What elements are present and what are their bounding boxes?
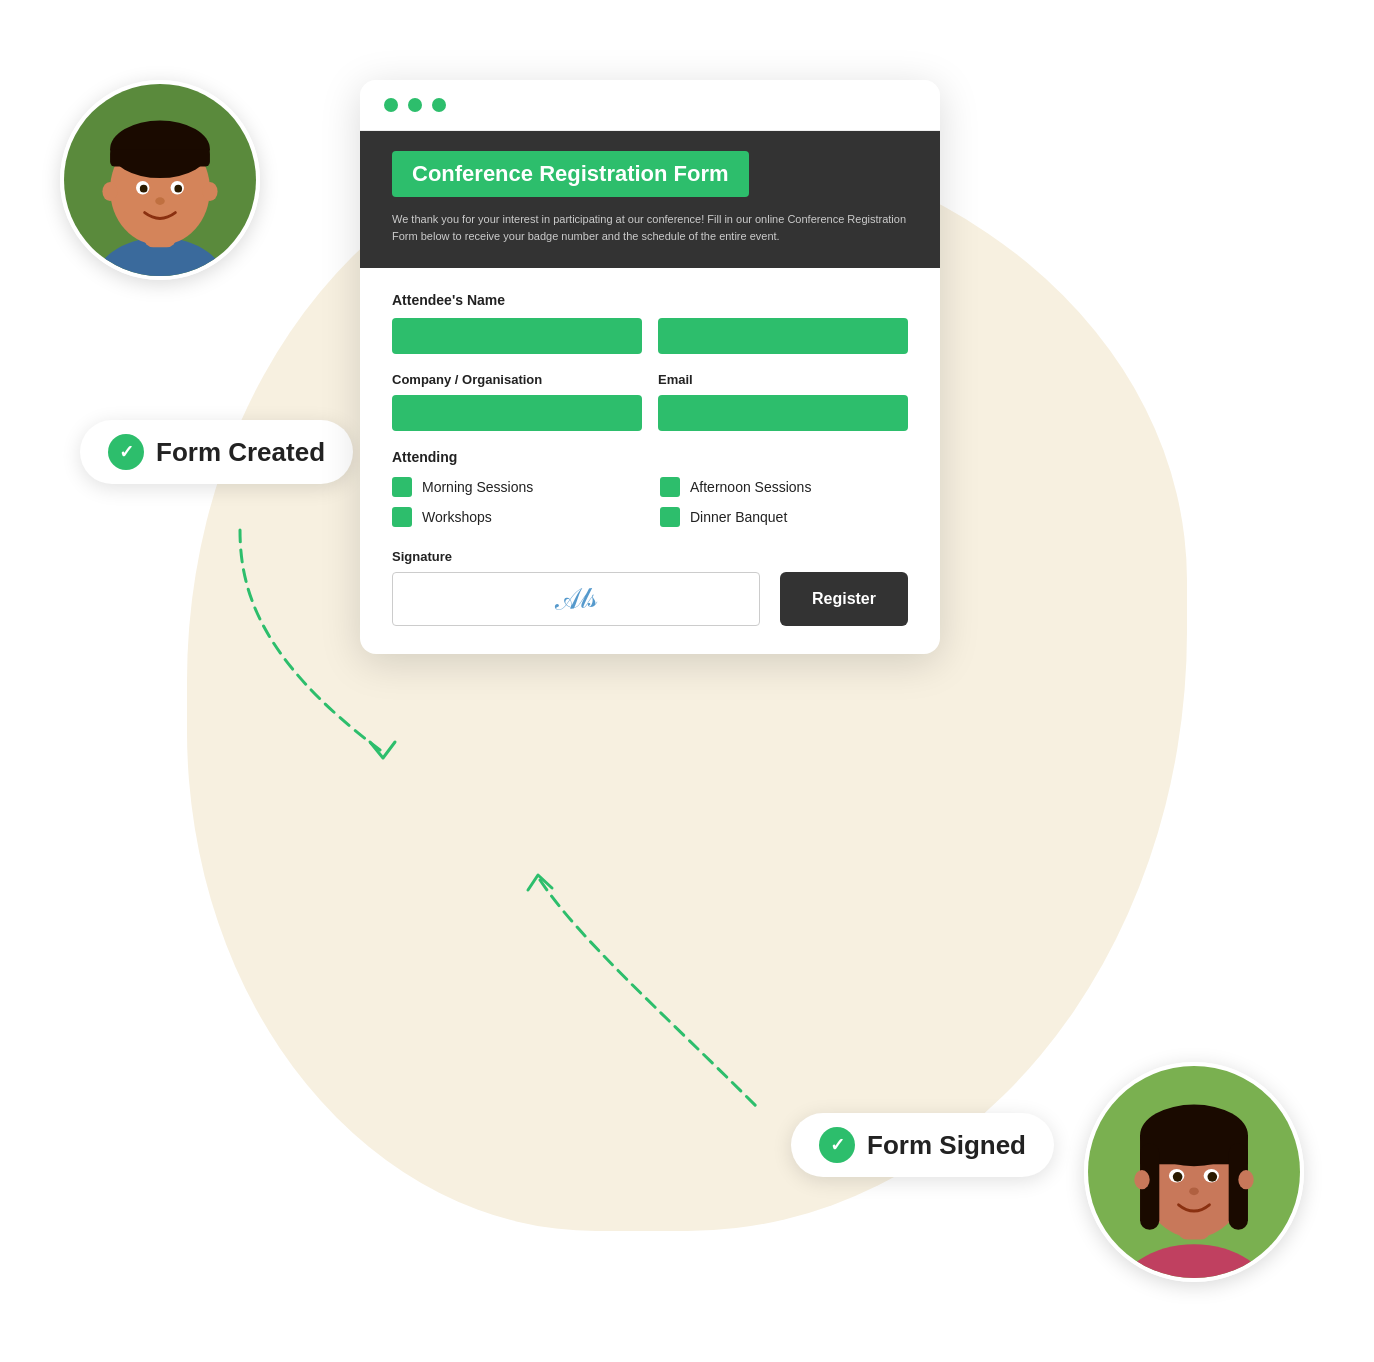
last-name-input[interactable] [658,318,908,354]
company-email-row: Company / Organisation Email [392,372,908,431]
svg-point-12 [202,182,217,201]
register-button[interactable]: Register [780,572,908,626]
browser-dot-2 [408,98,422,112]
svg-point-11 [102,182,117,201]
checkbox-afternoon[interactable]: Afternoon Sessions [660,477,908,497]
last-name-field [658,318,908,354]
svg-rect-5 [110,149,210,166]
checkbox-afternoon-box [660,477,680,497]
email-label: Email [658,372,908,387]
form-header: Conference Registration Form We thank yo… [360,131,940,268]
first-name-field [392,318,642,354]
company-input[interactable] [392,395,642,431]
email-input[interactable] [658,395,908,431]
checkbox-dinner[interactable]: Dinner Banquet [660,507,908,527]
svg-point-8 [140,185,148,193]
checkbox-afternoon-label: Afternoon Sessions [690,479,811,495]
browser-dot-1 [384,98,398,112]
form-title-bar: Conference Registration Form [392,151,749,197]
checkbox-dinner-label: Dinner Banquet [690,509,787,525]
attending-label: Attending [392,449,908,465]
form-signed-badge: ✓ Form Signed [791,1113,1054,1177]
browser-topbar [360,80,940,131]
avatar-female [1084,1062,1304,1282]
svg-point-23 [1173,1172,1183,1182]
form-created-label: Form Created [156,437,325,468]
svg-point-24 [1207,1172,1217,1182]
form-description: We thank you for your interest in partic… [392,211,908,244]
attendee-name-label: Attendee's Name [392,292,908,308]
check-icon-signed: ✓ [819,1127,855,1163]
email-field: Email [658,372,908,431]
checkbox-morning-label: Morning Sessions [422,479,533,495]
check-icon: ✓ [108,434,144,470]
form-signed-label: Form Signed [867,1130,1026,1161]
first-name-input[interactable] [392,318,642,354]
svg-point-26 [1134,1170,1149,1189]
company-field: Company / Organisation [392,372,642,431]
form-title: Conference Registration Form [412,161,729,186]
svg-point-10 [155,197,165,205]
checkbox-morning[interactable]: Morning Sessions [392,477,640,497]
svg-point-9 [174,185,182,193]
checkbox-dinner-box [660,507,680,527]
browser-dot-3 [432,98,446,112]
attendee-name-row [392,318,908,354]
company-label: Company / Organisation [392,372,642,387]
signature-drawing: 𝒜𝓁𝓈 [554,581,598,617]
svg-point-25 [1189,1187,1199,1195]
svg-point-27 [1238,1170,1253,1189]
scene: ✓ Form Created Conference Registration F… [0,0,1374,1362]
form-created-badge: ✓ Form Created [80,420,353,484]
avatar-male [60,80,260,280]
checkbox-morning-box [392,477,412,497]
arrow-up-right [480,860,820,1140]
arrow-down-right [200,510,480,810]
